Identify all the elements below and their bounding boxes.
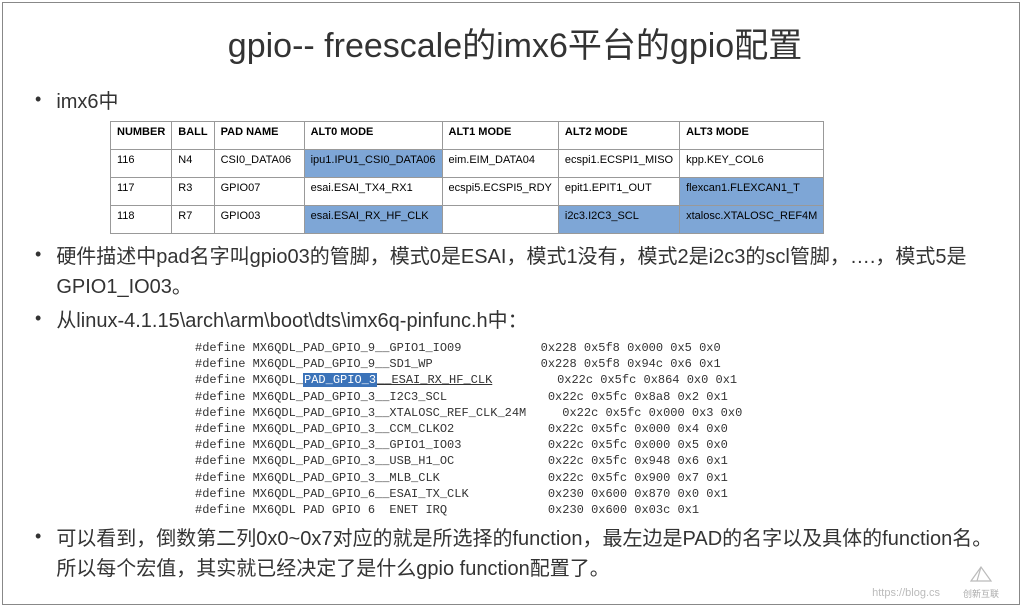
watermark-link: https://blog.cs: [872, 587, 940, 599]
logo-text: 创新互联: [963, 587, 999, 600]
logo-icon: [967, 563, 995, 585]
watermark-logo: 创新互联: [950, 561, 1012, 601]
